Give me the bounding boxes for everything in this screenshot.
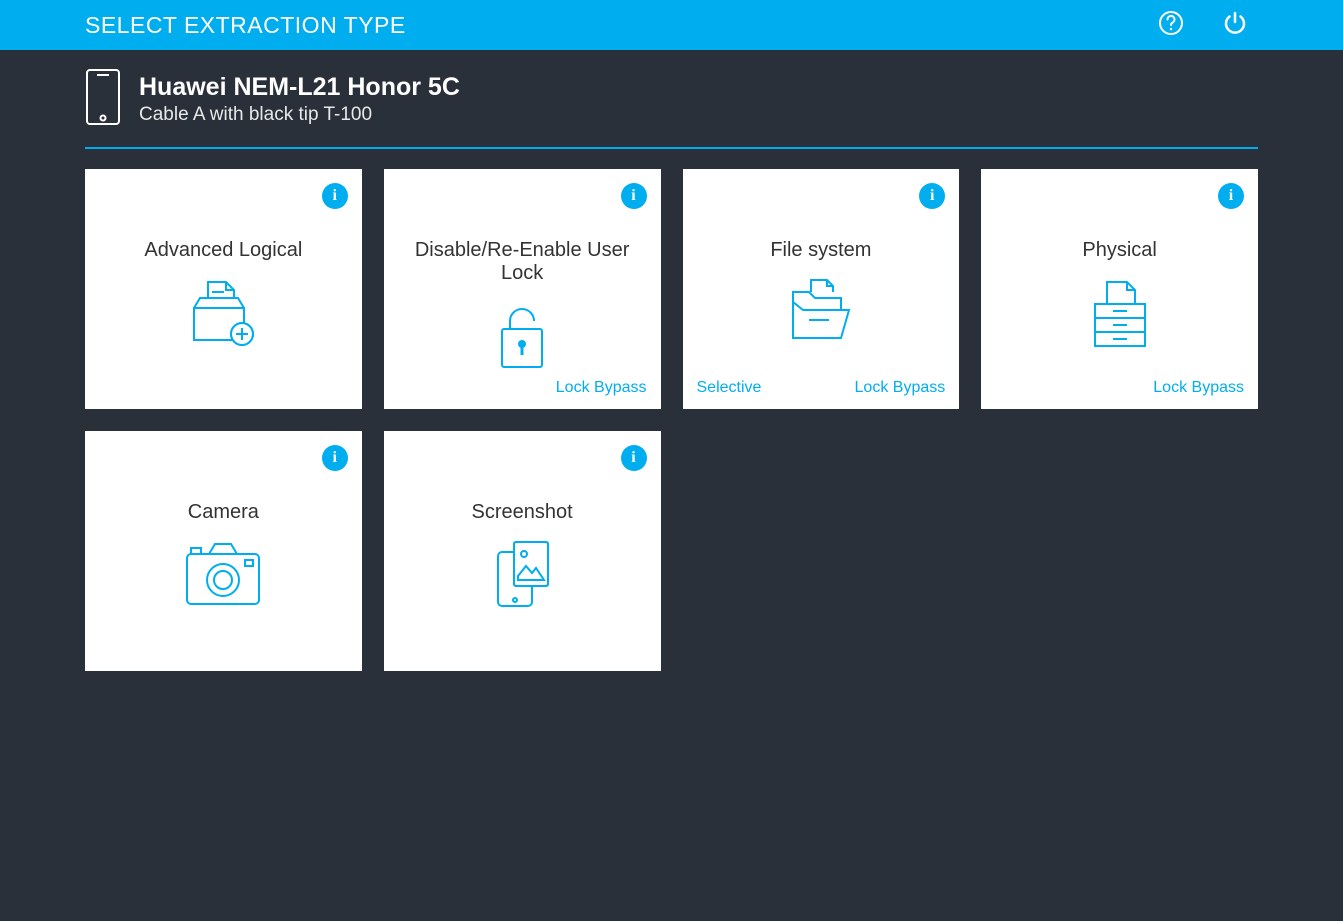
card-title: Physical xyxy=(999,239,1240,262)
device-connection: Cable A with black tip T-100 xyxy=(139,104,460,126)
info-icon[interactable]: i xyxy=(1218,183,1244,209)
card-title: File system xyxy=(701,239,942,262)
card-footer: Lock Bypass xyxy=(398,379,647,397)
card-user-lock[interactable]: i Disable/Re-Enable User Lock Lock Bypas… xyxy=(384,169,661,409)
device-info: Huawei NEM-L21 Honor 5C Cable A with bla… xyxy=(85,68,1258,131)
card-footer: Selective Lock Bypass xyxy=(697,379,946,397)
card-file-system[interactable]: i File system Selective Lock Bypass xyxy=(683,169,960,409)
card-camera[interactable]: i Camera xyxy=(85,431,362,671)
card-title: Camera xyxy=(103,501,344,524)
card-tag-right: Lock Bypass xyxy=(761,379,945,397)
screenshot-icon xyxy=(402,538,643,610)
card-screenshot[interactable]: i Screenshot xyxy=(384,431,661,671)
power-icon[interactable] xyxy=(1222,10,1248,41)
device-text: Huawei NEM-L21 Honor 5C Cable A with bla… xyxy=(139,73,460,126)
folder-open-icon xyxy=(701,276,942,348)
card-title: Advanced Logical xyxy=(103,239,344,262)
card-advanced-logical[interactable]: i Advanced Logical xyxy=(85,169,362,409)
unlock-icon xyxy=(402,299,643,371)
card-tag-right: Lock Bypass xyxy=(398,379,647,397)
card-tag-right: Lock Bypass xyxy=(995,379,1244,397)
main-content: Huawei NEM-L21 Honor 5C Cable A with bla… xyxy=(0,50,1343,689)
phone-icon xyxy=(85,68,121,131)
card-title: Screenshot xyxy=(402,501,643,524)
header-actions xyxy=(1158,10,1258,41)
info-icon[interactable]: i xyxy=(919,183,945,209)
card-tag-left: Selective xyxy=(697,379,762,397)
card-title: Disable/Re-Enable User Lock xyxy=(402,239,643,285)
file-drawers-icon xyxy=(999,276,1240,348)
page-title: SELECT EXTRACTION TYPE xyxy=(85,12,406,39)
info-icon[interactable]: i xyxy=(322,183,348,209)
camera-icon xyxy=(103,538,344,610)
info-icon[interactable]: i xyxy=(322,445,348,471)
header-bar: SELECT EXTRACTION TYPE xyxy=(0,0,1343,50)
divider xyxy=(85,147,1258,149)
card-physical[interactable]: i Physical Lock Bypass xyxy=(981,169,1258,409)
info-icon[interactable]: i xyxy=(621,445,647,471)
help-icon[interactable] xyxy=(1158,10,1184,41)
card-footer: Lock Bypass xyxy=(995,379,1244,397)
extraction-grid: i Advanced Logical xyxy=(85,169,1258,671)
device-name: Huawei NEM-L21 Honor 5C xyxy=(139,73,460,102)
info-icon[interactable]: i xyxy=(621,183,647,209)
folder-document-plus-icon xyxy=(103,276,344,348)
